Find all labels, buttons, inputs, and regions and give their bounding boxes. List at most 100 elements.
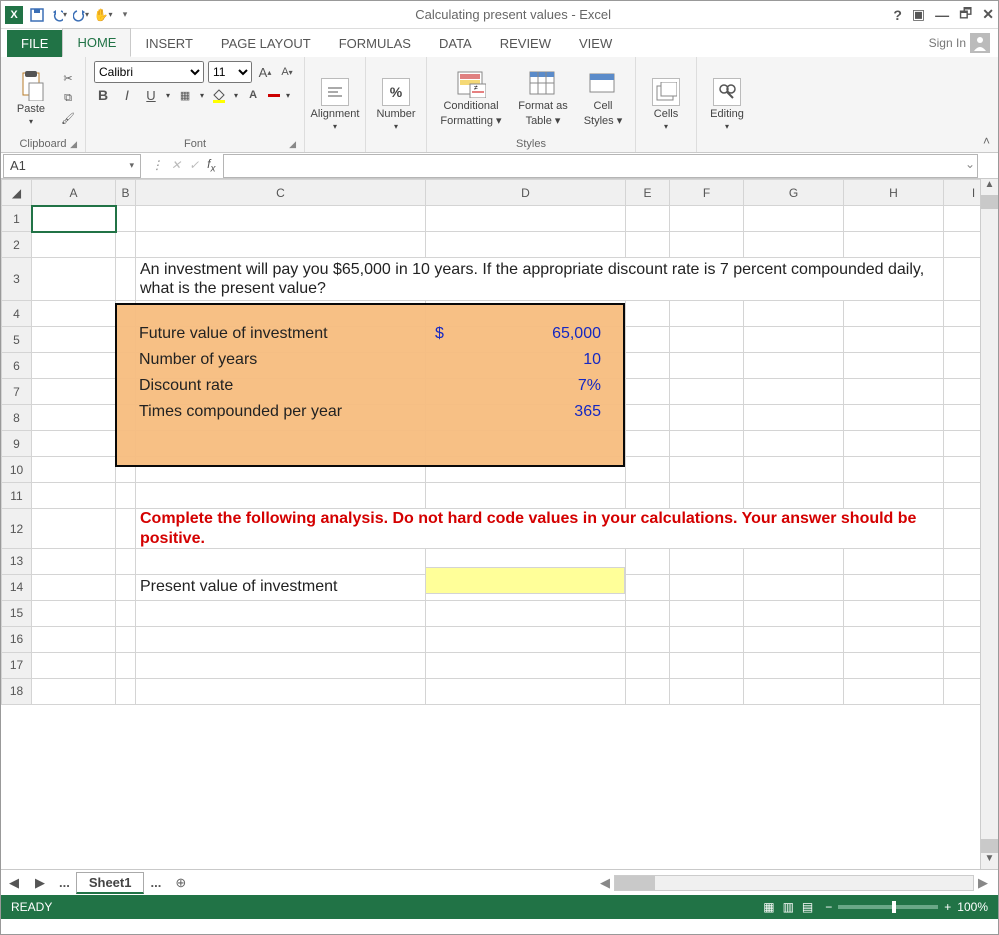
row-header-10[interactable]: 10 [2,457,32,483]
format-as-table-button[interactable]: Format asTable ▾ [513,70,573,127]
decrease-font-icon[interactable]: A▾ [278,64,296,80]
collapse-ribbon-icon[interactable]: ˄ [975,130,998,152]
copy-icon[interactable]: ⧉ [59,91,77,107]
cancel-formula-icon[interactable]: ✕ [171,158,181,172]
horizontal-scrollbar[interactable]: ◀ ▶ [194,875,998,891]
row-header-5[interactable]: 5 [2,327,32,353]
status-bar: READY ▦ ▥ ▤ − + 100% [1,895,998,919]
dialog-launcher-icon[interactable]: ◢ [289,139,296,150]
tab-file[interactable]: FILE [7,30,62,57]
vertical-scrollbar[interactable]: ▲ ▼ [980,179,998,869]
redo-icon[interactable]: ▾ [73,7,89,23]
row-header-6[interactable]: 6 [2,353,32,379]
col-header-H[interactable]: H [844,180,944,206]
sheet-tab-sheet1[interactable]: Sheet1 [76,872,145,894]
fx-icon[interactable]: fx [207,157,215,174]
tab-nav-more-icon[interactable]: ... [144,875,167,890]
row-header-2[interactable]: 2 [2,232,32,258]
row-header-7[interactable]: 7 [2,379,32,405]
expand-formula-bar-icon[interactable]: ⌄ [965,157,975,171]
row-header-14[interactable]: 14 [2,574,32,600]
alignment-button[interactable]: Alignment▾ [313,78,357,131]
add-sheet-icon[interactable]: ⊕ [167,875,194,891]
select-all-corner[interactable]: ◢ [2,180,32,206]
col-header-A[interactable]: A [32,180,116,206]
zoom-in-icon[interactable]: + [944,900,951,914]
col-header-F[interactable]: F [670,180,744,206]
touch-mode-icon[interactable]: ✋▾ [95,7,111,23]
row-header-13[interactable]: 13 [2,548,32,574]
row-header-12[interactable]: 12 [2,509,32,548]
restore-icon[interactable]: 🗗 [959,3,972,27]
col-header-D[interactable]: D [426,180,626,206]
tab-data[interactable]: DATA [425,30,486,57]
row-header-17[interactable]: 17 [2,652,32,678]
increase-font-icon[interactable]: A▴ [256,64,274,80]
cut-icon[interactable]: ✂ [59,71,77,87]
row-header-1[interactable]: 1 [2,206,32,232]
name-box[interactable]: A1▾ [3,154,141,178]
help-icon[interactable]: ? [893,7,902,23]
row-header-18[interactable]: 18 [2,678,32,704]
dialog-launcher-icon[interactable]: ◢ [70,139,77,150]
formula-bar[interactable]: ⌄ [223,154,978,178]
scroll-left-icon[interactable]: ◀ [596,875,614,891]
fill-color-icon[interactable] [210,87,228,103]
close-icon[interactable]: ✕ [982,6,994,23]
tab-nav-more-icon[interactable]: ... [53,875,76,890]
zoom-slider[interactable] [838,905,938,909]
col-header-G[interactable]: G [744,180,844,206]
format-painter-icon[interactable]: 🖌 [59,111,77,127]
paste-button[interactable]: Paste▾ [9,71,53,126]
scroll-down-icon[interactable]: ▼ [981,853,998,869]
underline-button[interactable]: U [142,87,160,103]
col-header-B[interactable]: B [116,180,136,206]
grid[interactable]: ◢ A B C D E F G H I 1 2 3An investment w… [1,179,998,705]
row-header-15[interactable]: 15 [2,600,32,626]
sign-in[interactable]: Sign In [921,29,998,57]
italic-button[interactable]: I [118,87,136,103]
view-page-break-icon[interactable]: ▤ [802,900,813,914]
qat-customize-icon[interactable]: ▾ [117,7,133,23]
scroll-up-icon[interactable]: ▲ [981,179,998,195]
answer-cell[interactable] [425,567,625,594]
col-header-C[interactable]: C [136,180,426,206]
zoom-out-icon[interactable]: − [825,900,832,914]
enter-formula-icon[interactable]: ✓ [189,158,199,172]
font-size-select[interactable]: 11 [208,61,252,83]
tab-home[interactable]: HOME [62,28,131,57]
minimize-icon[interactable]: — [935,7,949,23]
row-header-3[interactable]: 3 [2,258,32,301]
editing-button[interactable]: Editing▾ [705,78,749,131]
view-page-layout-icon[interactable]: ▥ [783,900,794,914]
col-header-E[interactable]: E [626,180,670,206]
row-header-16[interactable]: 16 [2,626,32,652]
row-header-11[interactable]: 11 [2,483,32,509]
view-normal-icon[interactable]: ▦ [763,900,774,914]
borders-icon[interactable]: ▦ [176,87,194,103]
zoom-level[interactable]: 100% [957,900,988,914]
row-header-9[interactable]: 9 [2,431,32,457]
scroll-right-icon[interactable]: ▶ [974,875,992,891]
tab-nav-next-icon[interactable]: ▶ [27,875,53,891]
tab-insert[interactable]: INSERT [131,30,206,57]
undo-icon[interactable]: ▾ [51,7,67,23]
row-header-4[interactable]: 4 [2,301,32,327]
row-header-8[interactable]: 8 [2,405,32,431]
font-name-select[interactable]: Calibri [94,61,204,83]
tab-review[interactable]: REVIEW [486,30,565,57]
bold-button[interactable]: B [94,87,112,103]
tab-view[interactable]: VIEW [565,30,626,57]
cell-styles-button[interactable]: CellStyles ▾ [579,70,627,127]
tab-nav-prev-icon[interactable]: ◀ [1,875,27,891]
ribbon-display-icon[interactable]: ▣ [912,6,925,23]
number-button[interactable]: %Number▾ [374,78,418,131]
cells-button[interactable]: Cells▾ [644,78,688,131]
tab-page-layout[interactable]: PAGE LAYOUT [207,30,325,57]
font-color-icon[interactable]: A [244,87,262,103]
cell-A1[interactable] [32,206,116,232]
conditional-formatting-button[interactable]: ≠ConditionalFormatting ▾ [435,70,507,127]
worksheet-area[interactable]: ◢ A B C D E F G H I 1 2 3An investment w… [1,179,998,869]
tab-formulas[interactable]: FORMULAS [325,30,425,57]
save-icon[interactable] [29,7,45,23]
